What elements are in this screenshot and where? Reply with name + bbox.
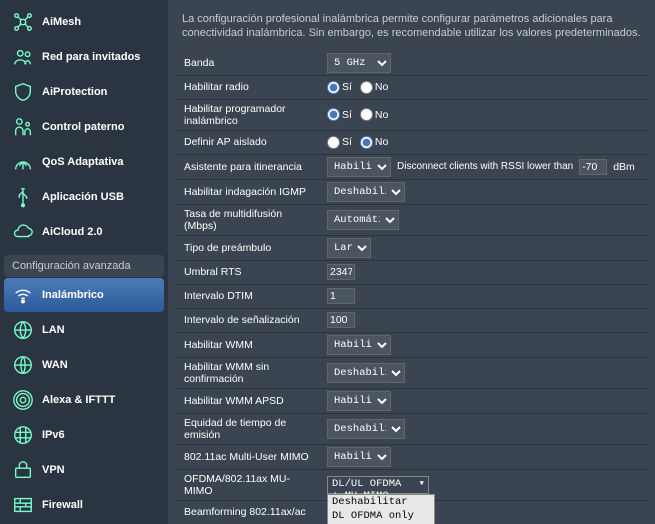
beacon-label: Intervalo de señalización [176,311,321,329]
airtime-select[interactable]: Deshabilitar [327,419,405,439]
isolate-yes[interactable]: Sí [327,136,352,149]
parental-icon [12,116,34,138]
roaming-label: Asistente para itinerancia [176,158,321,176]
rts-label: Umbral RTS [176,263,321,281]
ofdma-selected[interactable]: DL/UL OFDMA + MU-MIMO [327,476,429,494]
sidebar-item-lan[interactable]: LAN [4,313,164,347]
scheduler-no[interactable]: No [360,108,388,121]
sidebar-label: Alexa & IFTTT [42,394,115,406]
rssi-input[interactable] [579,159,607,175]
isolate-no[interactable]: No [360,136,388,149]
radio-no[interactable]: No [360,81,388,94]
ipv6-icon [12,424,34,446]
vpn-icon [12,459,34,481]
usb-icon [12,186,34,208]
mesh-icon [12,11,34,33]
wmm-apsd-select[interactable]: Habilitar [327,391,391,411]
multicast-label: Tasa de multidifusión (Mbps) [176,205,321,235]
multicast-select[interactable]: Automático [327,210,399,230]
preamble-select[interactable]: Largo [327,238,371,258]
sidebar-item-ipv6[interactable]: IPv6 [4,418,164,452]
sidebar-item-alexa[interactable]: Alexa & IFTTT [4,383,164,417]
qos-icon [12,151,34,173]
wan-icon [12,354,34,376]
wmm-apsd-label: Habilitar WMM APSD [176,392,321,410]
wmm-label: Habilitar WMM [176,336,321,354]
sidebar-label: Red para invitados [42,51,140,63]
scheduler-yes[interactable]: Sí [327,108,352,121]
page-description: La configuración profesional inalámbrica… [176,8,647,51]
sidebar-label: Control paterno [42,121,125,133]
beacon-input[interactable] [327,312,355,328]
preamble-label: Tipo de preámbulo [176,239,321,257]
igmp-select[interactable]: Deshabilitar [327,182,405,202]
wifi-icon [12,284,34,306]
sidebar-item-wan[interactable]: WAN [4,348,164,382]
sidebar-item-usb[interactable]: Aplicación USB [4,180,164,214]
sidebar-item-firewall[interactable]: Firewall [4,488,164,522]
sidebar-item-guest[interactable]: Red para invitados [4,40,164,74]
rts-input[interactable] [327,264,355,280]
sidebar-item-aimesh[interactable]: AiMesh [4,5,164,39]
sidebar-label: Inalámbrico [42,289,104,301]
sidebar-item-vpn[interactable]: VPN [4,453,164,487]
sidebar-label: AiCloud 2.0 [42,226,103,238]
scheduler-label: Habilitar programador inalámbrico [176,100,321,130]
ofdma-label: OFDMA/802.11ax MU-MIMO [176,470,321,500]
firewall-icon [12,494,34,516]
isolate-label: Definir AP aislado [176,133,321,151]
sidebar-label: Firewall [42,499,83,511]
radio-label: Habilitar radio [176,78,321,96]
wmm-noack-label: Habilitar WMM sin confirmación [176,358,321,388]
mumimo-ac-select[interactable]: Habilitar [327,447,391,467]
sidebar-label: IPv6 [42,429,65,441]
cloud-icon [12,221,34,243]
sidebar-label: WAN [42,359,68,371]
ofdma-option[interactable]: DL OFDMA only [328,509,434,523]
dtim-label: Intervalo DTIM [176,287,321,305]
wmm-noack-select[interactable]: Deshabilitar [327,363,405,383]
mumimo-ac-label: 802.11ac Multi-User MIMO [176,448,321,466]
ofdma-options: Deshabilitar DL OFDMA only DL/UL OFDMA D… [327,494,435,524]
sidebar-label: LAN [42,324,65,336]
radio-yes[interactable]: Sí [327,81,352,94]
band-select[interactable]: 5 GHz [327,53,391,73]
guest-icon [12,46,34,68]
shield-icon [12,81,34,103]
sidebar-label: QoS Adaptativa [42,156,124,168]
wmm-select[interactable]: Habilitar [327,335,391,355]
airtime-label: Equidad de tiempo de emisión [176,414,321,444]
sidebar-item-aicloud[interactable]: AiCloud 2.0 [4,215,164,249]
sidebar-label: Aplicación USB [42,191,124,203]
ofdma-option[interactable]: Deshabilitar [328,495,434,509]
sidebar-item-aiprotection[interactable]: AiProtection [4,75,164,109]
sidebar-label: AiMesh [42,16,81,28]
alexa-icon [12,389,34,411]
sidebar-item-wireless[interactable]: Inalámbrico [4,278,164,312]
beamforming-label: Beamforming 802.11ax/ac [176,503,321,521]
dtim-input[interactable] [327,288,355,304]
roaming-hint: Disconnect clients with RSSI lower than [397,161,573,172]
lan-icon [12,319,34,341]
sidebar-label: VPN [42,464,65,476]
rssi-unit: dBm [613,161,635,173]
ofdma-dropdown[interactable]: DL/UL OFDMA + MU-MIMO Deshabilitar DL OF… [327,476,429,494]
band-label: Banda [176,54,321,72]
sidebar-item-qos[interactable]: QoS Adaptativa [4,145,164,179]
sidebar-label: AiProtection [42,86,107,98]
igmp-label: Habilitar indagación IGMP [176,183,321,201]
sidebar-advanced-header: Configuración avanzada [4,255,164,277]
sidebar-item-parental[interactable]: Control paterno [4,110,164,144]
roaming-select[interactable]: Habilitar [327,157,391,177]
